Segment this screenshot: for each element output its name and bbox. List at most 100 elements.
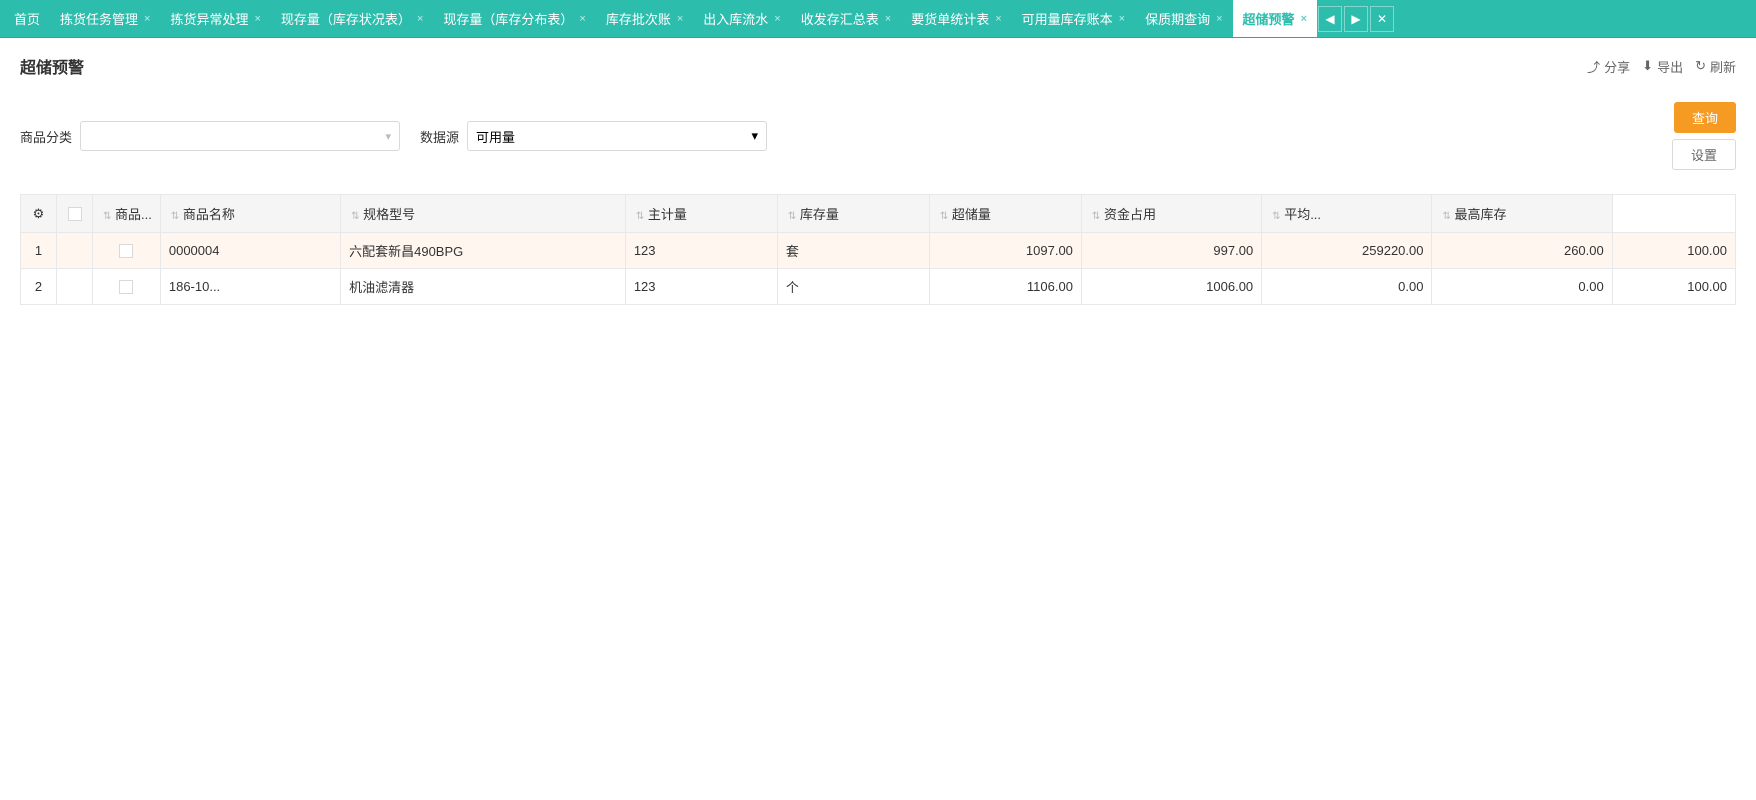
table-row: 2 186-10... 机油滤清器 123 个 1106.00 1006.00 … [21,269,1736,305]
gear-icon: ⚙ [33,206,45,221]
nav-demand-stats[interactable]: 要货单统计表 × [901,0,1011,38]
sort-icon: ⇅ [940,211,948,222]
row-capital-0: 259220.00 [1262,233,1432,269]
sort-icon: ⇅ [1092,211,1100,222]
query-button[interactable]: 查询 [1674,102,1736,133]
row-overstock-0: 997.00 [1081,233,1261,269]
row-capital-1: 0.00 [1262,269,1432,305]
nav-next-btn[interactable]: ▶ [1344,6,1368,32]
col-overstock-header[interactable]: ⇅ 超储量 [929,195,1081,233]
table-row: 1 0000004 六配套新昌490BPG 123 套 1097.00 997.… [21,233,1736,269]
sort-icon: ⇅ [103,211,111,222]
page-header: 超储预警 ⤴ 分享 ⬇ 导出 ↻ 刷新 [20,54,1736,78]
col-avg-header[interactable]: ⇅ 平均... [1262,195,1432,233]
export-button[interactable]: ⬇ 导出 [1642,57,1683,76]
close-stock-batch[interactable]: × [677,13,683,25]
col-max-stock-header[interactable]: ⇅ 最高库存 [1432,195,1612,233]
header-checkbox[interactable] [68,207,82,221]
close-inout-flow[interactable]: × [774,13,780,25]
row-spec-1: 123 [625,269,777,305]
row-check-1[interactable] [93,269,161,305]
data-source-value: 可用量 [476,127,515,146]
row-overstock-1: 1006.00 [1081,269,1261,305]
product-category-filter: 商品分类 ▾ [20,121,400,151]
filter-buttons: 查询 设置 [1672,102,1736,170]
sort-icon: ⇅ [636,211,644,222]
row-unit-0: 套 [777,233,929,269]
row-max-stock-1: 100.00 [1612,269,1735,305]
row-stock-1: 1106.00 [929,269,1081,305]
product-category-label: 商品分类 [20,127,72,146]
close-stock-dist[interactable]: × [579,13,585,25]
row-settings-1 [57,269,93,305]
nav-home[interactable]: 首页 [4,0,50,38]
refresh-icon: ↻ [1695,58,1706,74]
data-source-label: 数据源 [420,127,459,146]
data-source-filter: 数据源 可用量 ▾ [420,121,767,151]
col-product-code-header[interactable]: ⇅ 商品... [93,195,161,233]
row-product-name-0: 六配套新昌490BPG [341,233,626,269]
filter-row: 商品分类 ▾ 数据源 可用量 ▾ 查询 设置 [20,94,1736,178]
sort-icon: ⇅ [351,211,359,222]
col-unit-header[interactable]: ⇅ 主计量 [625,195,777,233]
row-check-0[interactable] [93,233,161,269]
share-button[interactable]: ⤴ 分享 [1587,57,1630,76]
row-product-code-1: 186-10... [160,269,340,305]
nav-stock-dist[interactable]: 现存量（库存分布表） × [433,0,595,38]
export-icon: ⬇ [1642,58,1653,74]
table-header-row: ⚙ ⇅ 商品... ⇅ 商品名称 ⇅ 规格型号 ⇅ [21,195,1736,233]
close-pick-task[interactable]: × [144,13,150,25]
nav-pick-exception[interactable]: 拣货异常处理 × [160,0,270,38]
close-demand-stats[interactable]: × [995,13,1001,25]
col-product-name-header[interactable]: ⇅ 商品名称 [160,195,340,233]
product-category-select[interactable]: ▾ [80,121,400,151]
close-collect-summary[interactable]: × [885,13,891,25]
close-overstock-warning[interactable]: × [1301,13,1307,25]
sort-icon: ⇅ [171,211,179,222]
row-unit-1: 个 [777,269,929,305]
col-capital-header[interactable]: ⇅ 资金占用 [1081,195,1261,233]
row-settings-0 [57,233,93,269]
page-title: 超储预警 [20,54,84,78]
row-index-0: 1 [21,233,57,269]
nav-prev-btn[interactable]: ◀ [1318,6,1342,32]
sort-icon: ⇅ [1272,211,1280,222]
row-avg-0: 260.00 [1432,233,1612,269]
nav-close-btn[interactable]: ✕ [1370,6,1394,32]
nav-pick-task[interactable]: 拣货任务管理 × [50,0,160,38]
close-shelf-life[interactable]: × [1216,13,1222,25]
nav-stock-status[interactable]: 现存量（库存状况表） × [271,0,433,38]
row-avg-1: 0.00 [1432,269,1612,305]
close-available-stock[interactable]: × [1119,13,1125,25]
nav-available-stock[interactable]: 可用量库存账本 × [1012,0,1135,38]
row-stock-0: 1097.00 [929,233,1081,269]
nav-collect-summary[interactable]: 收发存汇总表 × [791,0,901,38]
data-source-select[interactable]: 可用量 ▾ [467,121,767,151]
settings-button[interactable]: 设置 [1672,139,1736,170]
nav-shelf-life[interactable]: 保质期查询 × [1135,0,1232,38]
data-table: ⚙ ⇅ 商品... ⇅ 商品名称 ⇅ 规格型号 ⇅ [20,194,1736,305]
row-spec-0: 123 [625,233,777,269]
data-source-arrow-icon: ▾ [752,128,759,144]
nav-overstock-warning[interactable]: 超储预警 × [1233,0,1317,38]
close-pick-exception[interactable]: × [254,13,260,25]
nav-inout-flow[interactable]: 出入库流水 × [693,0,790,38]
row-max-stock-0: 100.00 [1612,233,1735,269]
col-settings[interactable]: ⚙ [21,195,57,233]
row-product-code-0: 0000004 [160,233,340,269]
col-stock-header[interactable]: ⇅ 库存量 [777,195,929,233]
nav-stock-batch[interactable]: 库存批次账 × [596,0,693,38]
row-product-name-1: 机油滤清器 [341,269,626,305]
row-index-1: 2 [21,269,57,305]
header-actions: ⤴ 分享 ⬇ 导出 ↻ 刷新 [1587,57,1736,76]
share-icon: ⤴ [1587,57,1600,76]
col-check [57,195,93,233]
sort-icon: ⇅ [788,211,796,222]
product-category-arrow-icon: ▾ [385,130,391,143]
close-stock-status[interactable]: × [417,13,423,25]
col-spec-header[interactable]: ⇅ 规格型号 [341,195,626,233]
topbar: 首页 拣货任务管理 × 拣货异常处理 × 现存量（库存状况表） × 现存量（库存… [0,0,1756,38]
sort-icon: ⇅ [1442,211,1450,222]
refresh-button[interactable]: ↻ 刷新 [1695,57,1736,76]
main-content: 超储预警 ⤴ 分享 ⬇ 导出 ↻ 刷新 商品分类 ▾ 数据源 [0,38,1756,800]
